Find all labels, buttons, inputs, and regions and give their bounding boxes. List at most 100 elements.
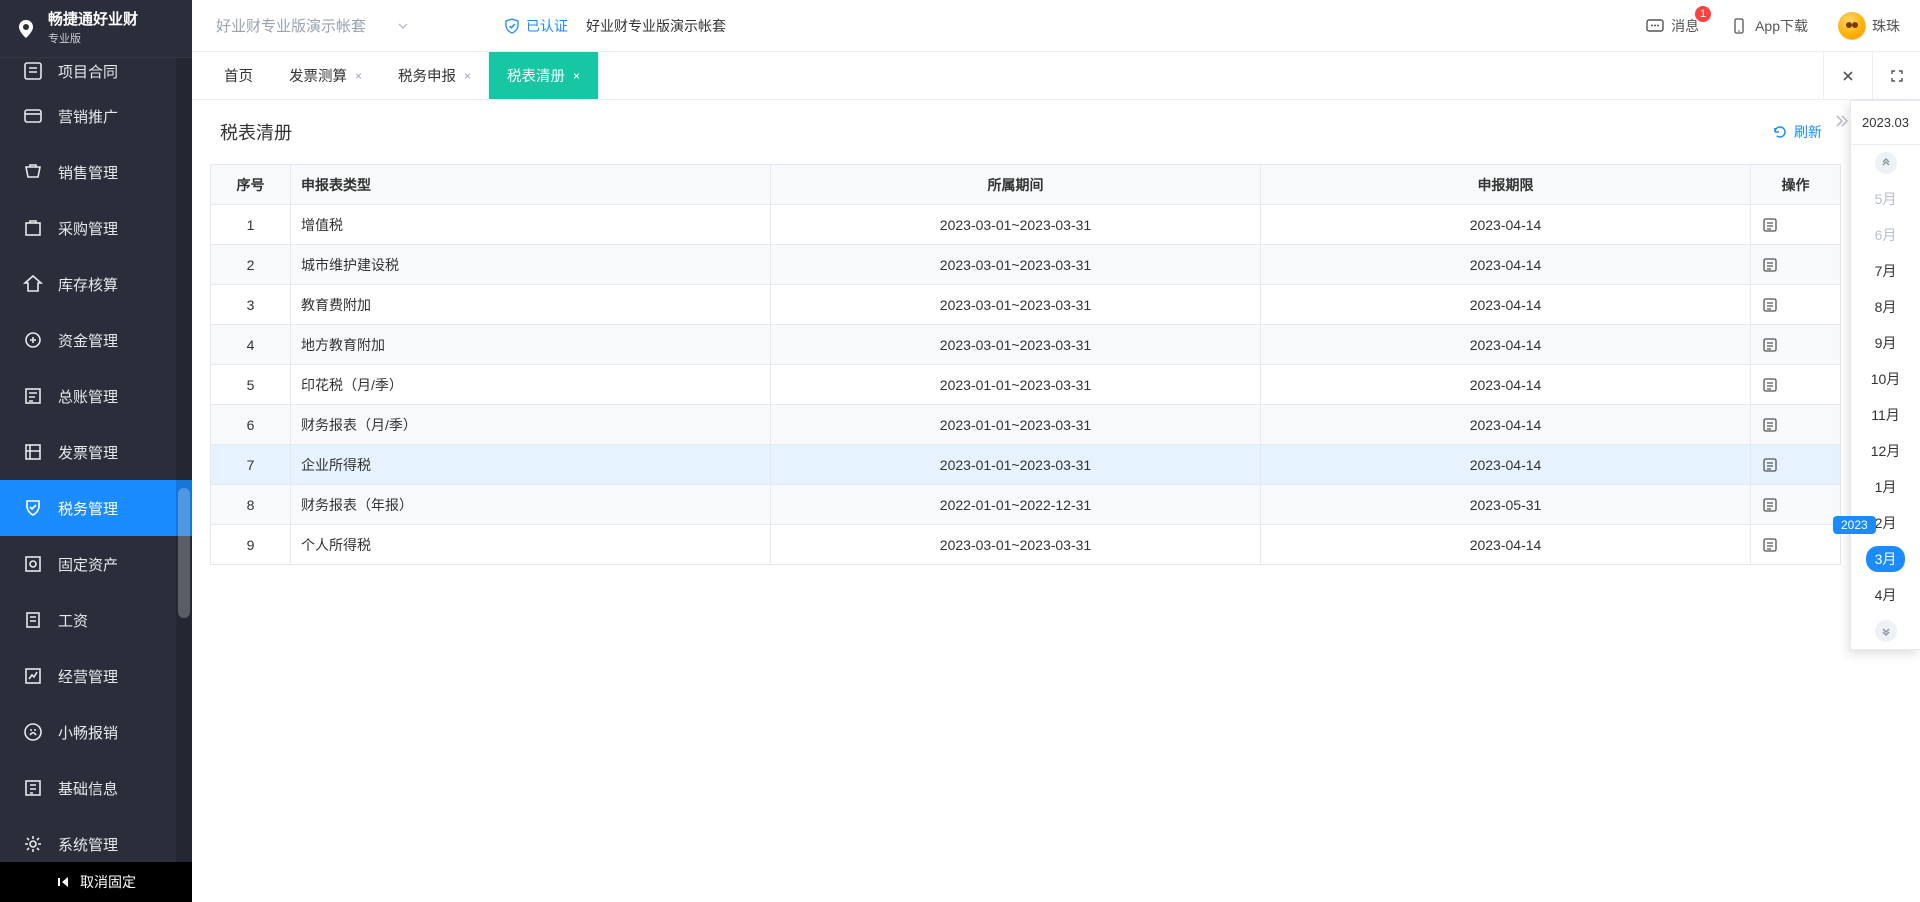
- menu-icon: [22, 609, 44, 631]
- period-month-2[interactable]: 7月: [1866, 253, 1906, 289]
- sidebar-item-5[interactable]: 资金管理: [0, 312, 192, 368]
- period-month-1[interactable]: 6月: [1866, 217, 1906, 253]
- table-row[interactable]: 8财务报表（年报）2022-01-01~2022-12-312023-05-31: [211, 485, 1841, 525]
- period-month-10[interactable]: 3月: [1866, 541, 1906, 577]
- cell-op: [1751, 245, 1841, 285]
- fullscreen-button[interactable]: [1872, 52, 1920, 100]
- period-month-7[interactable]: 12月: [1866, 433, 1906, 469]
- period-scroll-up[interactable]: [1851, 145, 1920, 181]
- sidebar-unpin-button[interactable]: 取消固定: [0, 862, 192, 902]
- tab-close-icon[interactable]: ×: [464, 69, 471, 83]
- view-detail-icon[interactable]: [1761, 376, 1830, 394]
- period-month-4[interactable]: 9月: [1866, 325, 1906, 361]
- brand-edition: 专业版: [48, 33, 138, 45]
- sidebar-item-12[interactable]: 小畅报销: [0, 704, 192, 760]
- sidebar-item-13[interactable]: 基础信息: [0, 760, 192, 816]
- sidebar-item-10[interactable]: 工资: [0, 592, 192, 648]
- sidebar-item-11[interactable]: 经营管理: [0, 648, 192, 704]
- refresh-button[interactable]: 刷新: [1772, 122, 1822, 142]
- menu-icon: [22, 273, 44, 295]
- period-scroll-down[interactable]: [1851, 613, 1920, 649]
- cell-period: 2023-01-01~2023-03-31: [771, 365, 1261, 405]
- period-month-5[interactable]: 10月: [1866, 361, 1906, 397]
- sidebar-scrollbar[interactable]: [176, 58, 192, 862]
- brand: 畅捷通好业财 专业版: [0, 0, 192, 58]
- sidebar-item-1[interactable]: 营销推广: [0, 88, 192, 144]
- period-month-3[interactable]: 8月: [1866, 289, 1906, 325]
- tab-2[interactable]: 税务申报×: [380, 52, 489, 99]
- sidebar-item-4[interactable]: 库存核算: [0, 256, 192, 312]
- cell-deadline: 2023-04-14: [1261, 205, 1751, 245]
- table-row[interactable]: 2城市维护建设税2023-03-01~2023-03-312023-04-14: [211, 245, 1841, 285]
- sidebar-item-label: 资金管理: [58, 330, 118, 351]
- sidebar-item-9[interactable]: 固定资产: [0, 536, 192, 592]
- view-detail-icon[interactable]: [1761, 296, 1830, 314]
- chevron-down-icon: [396, 19, 410, 33]
- view-detail-icon[interactable]: [1761, 416, 1830, 434]
- tab-close-icon[interactable]: ×: [573, 69, 580, 83]
- view-detail-icon[interactable]: [1761, 256, 1830, 274]
- table-row[interactable]: 7企业所得税2023-01-01~2023-03-312023-04-14: [211, 445, 1841, 485]
- menu-icon: [22, 441, 44, 463]
- view-detail-icon[interactable]: [1761, 336, 1830, 354]
- table-row[interactable]: 6财务报表（月/季）2023-01-01~2023-03-312023-04-1…: [211, 405, 1841, 445]
- sidebar-item-0[interactable]: 项目合同: [0, 58, 192, 88]
- cell-deadline: 2023-05-31: [1261, 485, 1751, 525]
- cell-seq: 3: [211, 285, 291, 325]
- cell-period: 2023-03-01~2023-03-31: [771, 205, 1261, 245]
- app-download-label: App下载: [1755, 16, 1808, 36]
- table-row[interactable]: 9个人所得税2023-03-01~2023-03-312023-04-14: [211, 525, 1841, 565]
- cell-period: 2023-03-01~2023-03-31: [771, 245, 1261, 285]
- sidebar-item-2[interactable]: 销售管理: [0, 144, 192, 200]
- messages-button[interactable]: 消息 1: [1639, 12, 1705, 40]
- tab-3[interactable]: 税表清册×: [489, 52, 598, 99]
- cell-period: 2023-01-01~2023-03-31: [771, 445, 1261, 485]
- cell-deadline: 2023-04-14: [1261, 325, 1751, 365]
- view-detail-icon[interactable]: [1761, 496, 1830, 514]
- period-month-label: 2月: [1875, 513, 1897, 533]
- menu-icon: [22, 665, 44, 687]
- table-row[interactable]: 5印花税（月/季）2023-01-01~2023-03-312023-04-14: [211, 365, 1841, 405]
- demo-account-name: 好业财专业版演示帐套: [586, 16, 726, 36]
- sidebar-item-label: 发票管理: [58, 442, 118, 463]
- th-type: 申报表类型: [291, 165, 771, 205]
- sidebar-item-8[interactable]: 税务管理: [0, 480, 192, 536]
- tab-label: 发票测算: [289, 65, 347, 86]
- tabs-close-all-button[interactable]: [1824, 52, 1872, 100]
- view-detail-icon[interactable]: [1761, 216, 1830, 234]
- tab-close-icon[interactable]: ×: [355, 69, 362, 83]
- sidebar-item-label: 税务管理: [58, 498, 118, 519]
- period-collapse-icon[interactable]: [1833, 113, 1849, 129]
- cell-type: 城市维护建设税: [291, 245, 771, 285]
- period-month-label: 8月: [1875, 297, 1897, 317]
- th-seq: 序号: [211, 165, 291, 205]
- menu-icon: [22, 777, 44, 799]
- phone-icon: [1729, 16, 1749, 36]
- period-month-6[interactable]: 11月: [1866, 397, 1906, 433]
- sidebar-item-3[interactable]: 采购管理: [0, 200, 192, 256]
- period-current[interactable]: 2023.03: [1851, 101, 1920, 145]
- view-detail-icon[interactable]: [1761, 536, 1830, 554]
- period-month-label: 6月: [1875, 225, 1897, 245]
- view-detail-icon[interactable]: [1761, 456, 1830, 474]
- period-month-label: 1月: [1875, 477, 1897, 497]
- table-row[interactable]: 1增值税2023-03-01~2023-03-312023-04-14: [211, 205, 1841, 245]
- app-download-button[interactable]: App下载: [1723, 12, 1814, 40]
- sidebar-item-14[interactable]: 系统管理: [0, 816, 192, 862]
- tenant-name: 好业财专业版演示帐套: [216, 15, 366, 36]
- cell-seq: 6: [211, 405, 291, 445]
- tabsbar: 首页发票测算×税务申报×税表清册×: [192, 52, 1920, 100]
- sidebar-item-6[interactable]: 总账管理: [0, 368, 192, 424]
- tab-0[interactable]: 首页: [206, 52, 271, 99]
- period-month-0[interactable]: 5月: [1866, 181, 1906, 217]
- period-month-11[interactable]: 4月: [1866, 577, 1906, 613]
- sidebar-item-7[interactable]: 发票管理: [0, 424, 192, 480]
- cell-type: 财务报表（月/季）: [291, 405, 771, 445]
- table-row[interactable]: 4地方教育附加2023-03-01~2023-03-312023-04-14: [211, 325, 1841, 365]
- period-month-8[interactable]: 1月: [1866, 469, 1906, 505]
- tenant-select[interactable]: 好业财专业版演示帐套: [216, 15, 486, 36]
- tab-1[interactable]: 发票测算 ×: [271, 52, 380, 99]
- table-row[interactable]: 3教育费附加2023-03-01~2023-03-312023-04-14: [211, 285, 1841, 325]
- user-menu[interactable]: 珠珠: [1832, 8, 1906, 44]
- cell-seq: 5: [211, 365, 291, 405]
